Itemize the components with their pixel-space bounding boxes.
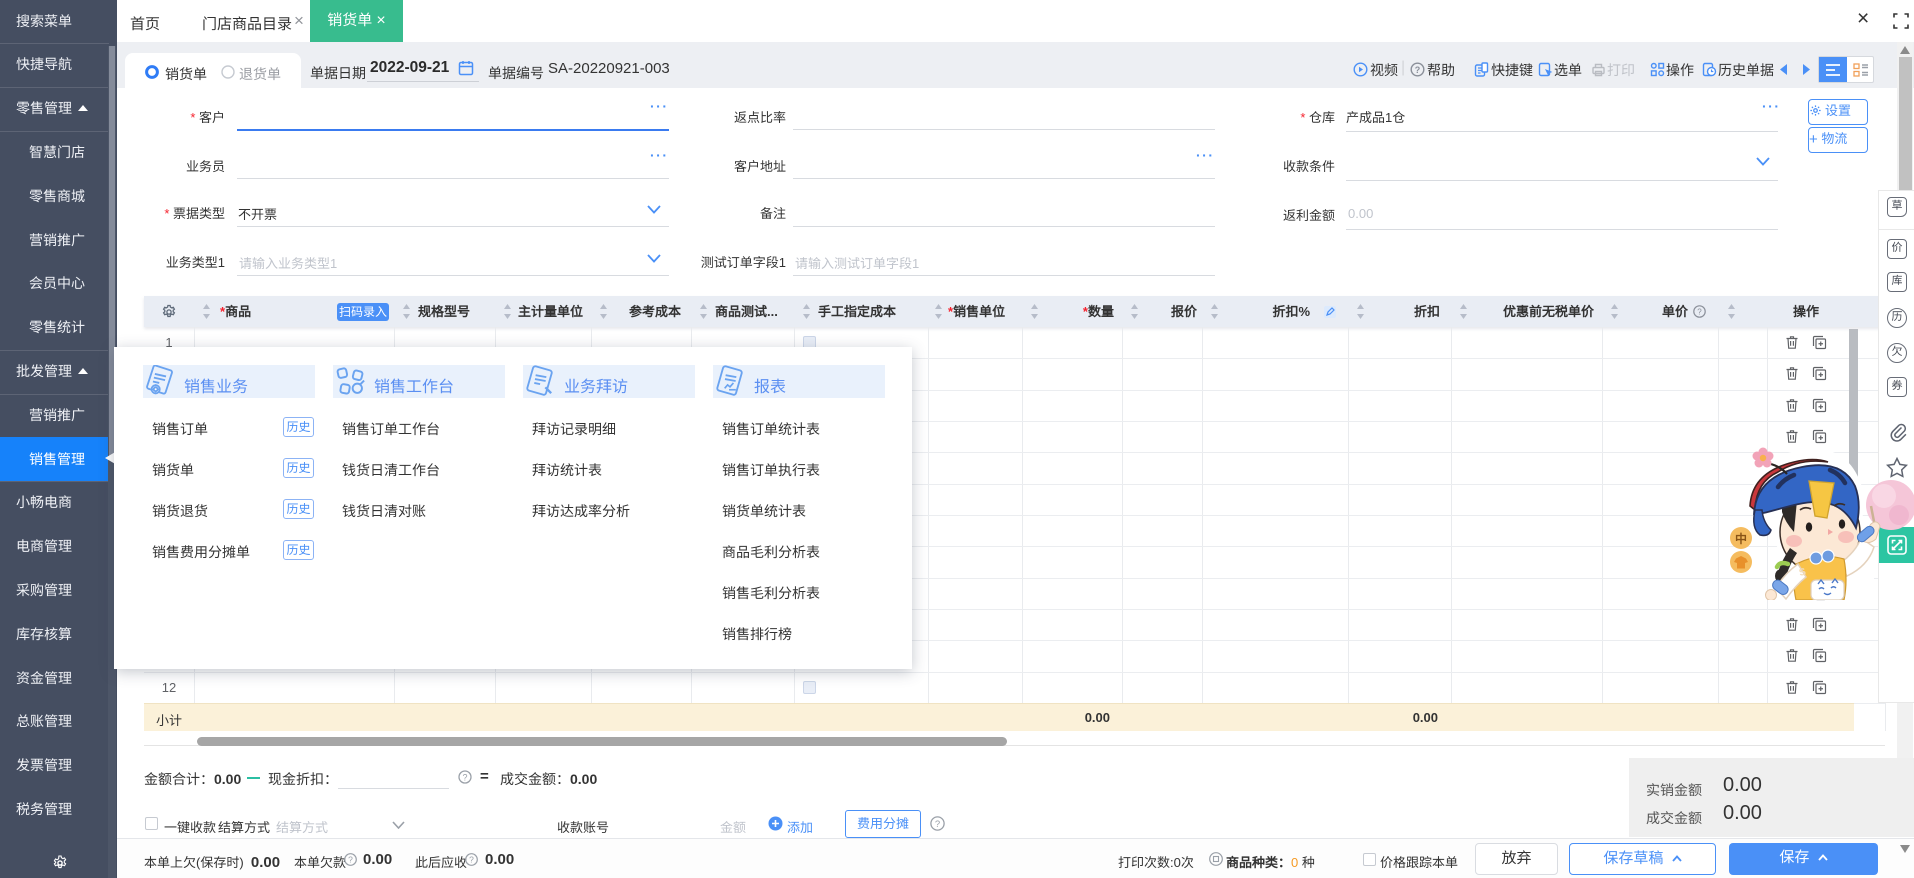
svg-text:?: ?	[1415, 65, 1421, 75]
svg-text:?: ?	[462, 772, 467, 782]
svg-text:?: ?	[935, 819, 940, 830]
svg-text:?: ?	[469, 855, 474, 865]
svg-text:?: ?	[348, 855, 353, 865]
svg-text:中: 中	[1735, 530, 1747, 547]
svg-text:?: ?	[1697, 308, 1702, 317]
